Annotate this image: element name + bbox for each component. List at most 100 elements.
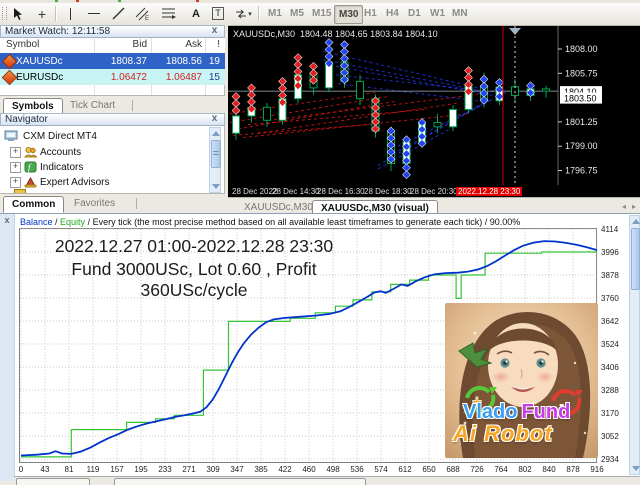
mt4-window: { "toolbar": { "timeframes": ["M1","M5",… <box>0 0 640 485</box>
x-axis-label: 650 <box>422 465 436 474</box>
tab-tick-chart[interactable]: Tick Chart <box>62 98 123 113</box>
x-axis-label: 726 <box>470 465 484 474</box>
timeframe-m5[interactable]: M5 <box>286 5 308 22</box>
close-icon[interactable]: x <box>2 216 12 226</box>
y-axis-label: 2934 <box>601 455 619 464</box>
tab-scroll-right-icon[interactable]: ▸ <box>632 202 636 211</box>
legend-equity: Equity <box>60 217 86 227</box>
x-axis-label: 574 <box>374 465 388 474</box>
x-axis-label: 840 <box>542 465 556 474</box>
x-axis-label: 43 <box>40 465 50 474</box>
navigator-titlebar[interactable]: Navigator x <box>0 113 225 126</box>
x-axis-label: 878 <box>566 465 580 474</box>
text-icon[interactable]: A <box>186 4 206 23</box>
tree-item-label: Accounts <box>40 146 82 158</box>
bid-value: 1.06472 <box>110 71 147 83</box>
x-axis-label: 195 <box>134 465 148 474</box>
chart-ohlc-title: XAUUSDc,M30 1804.48 1804.65 1803.84 1804… <box>233 29 438 39</box>
time-label: 28 Dec 16:30 <box>317 187 365 196</box>
x-axis-label: 688 <box>446 465 460 474</box>
timeframe-d1[interactable]: D1 <box>404 5 425 22</box>
navigator-item-accounts[interactable]: + Accounts <box>10 145 81 159</box>
y-axis-label: 3170 <box>601 409 619 418</box>
cursor-icon[interactable] <box>8 4 28 23</box>
svg-text:1803.50: 1803.50 <box>564 94 597 104</box>
legend-balance: Balance <box>20 217 53 227</box>
text-label-icon[interactable]: T <box>208 4 228 23</box>
navigator-item-indicators[interactable]: + f Indicators <box>10 160 83 174</box>
close-icon[interactable]: x <box>209 26 220 37</box>
chart-tabstrip: XAUUSDc,M30 XAUUSDc,M30 (visual) ◂ ▸ <box>228 197 640 217</box>
cycle-arrows-icon[interactable]: ▾ <box>230 4 256 23</box>
svg-text:1801.25: 1801.25 <box>565 117 598 127</box>
timeframe-h1[interactable]: H1 <box>360 5 381 22</box>
equidistant-channel-icon[interactable]: E <box>132 4 152 23</box>
fibonacci-icon[interactable] <box>158 4 178 23</box>
ask-value: 1808.56 <box>165 55 202 67</box>
svg-text:1808.00: 1808.00 <box>565 44 598 54</box>
scroll-up-icon[interactable] <box>632 219 640 224</box>
timeframe-mn[interactable]: MN <box>448 5 472 22</box>
expert-advisors-icon <box>24 176 37 188</box>
x-axis-label: 916 <box>590 465 604 474</box>
x-axis-label: 764 <box>494 465 508 474</box>
y-axis-label: 3288 <box>601 386 619 395</box>
tester-scrollbar[interactable] <box>629 215 640 475</box>
toolbar-grip[interactable] <box>2 7 7 20</box>
spread-value: 15 <box>208 71 220 83</box>
svg-text:1796.75: 1796.75 <box>565 166 598 176</box>
timeframe-h4[interactable]: H4 <box>382 5 403 22</box>
scroll-down-icon[interactable] <box>632 466 640 471</box>
scroll-down-icon[interactable] <box>212 184 220 189</box>
tester-panel: x Tester Balance / Equity / Every tick (… <box>0 213 640 485</box>
market-watch-title: Market Watch: 12:11:58 <box>5 26 111 37</box>
spread-value: 19 <box>208 55 220 67</box>
price-chart[interactable]: 1808.00 1805.75 1801.25 1799.00 1796.75 1804.… <box>228 26 640 185</box>
x-axis-label: 81 <box>64 465 74 474</box>
scroll-up-icon[interactable] <box>212 131 220 136</box>
x-axis-label: 460 <box>302 465 316 474</box>
market-watch-row-eurusd[interactable]: EURUSDc 1.06472 1.06487 15 <box>0 69 225 86</box>
tester-tab-partial[interactable] <box>114 478 366 485</box>
crosshair-icon[interactable]: + <box>32 4 52 23</box>
bid-value: 1808.37 <box>110 55 147 67</box>
market-watch-row-xauusd[interactable]: XAUUSDc 1808.37 1808.56 19 <box>0 53 225 70</box>
expand-icon[interactable]: + <box>10 146 21 158</box>
ask-value: 1.06487 <box>165 71 202 83</box>
navigator-panel: Navigator x CXM Direct MT4 + Accounts + … <box>0 113 225 214</box>
symbol-name: XAUUSDc <box>16 55 63 67</box>
navigator-root[interactable]: CXM Direct MT4 <box>4 129 97 143</box>
vertical-line-icon[interactable] <box>60 4 80 23</box>
trendline-icon[interactable] <box>108 4 128 23</box>
tester-tab-partial[interactable] <box>16 478 90 485</box>
scrollbar-thumb[interactable] <box>631 228 640 290</box>
chart-time-axis: 28 Dec 2022 28 Dec 14:30 28 Dec 16:30 28 De… <box>228 185 640 197</box>
time-label: 28 Dec 20:30 <box>410 187 458 196</box>
expand-icon[interactable]: + <box>10 161 21 173</box>
navigator-scrollbar[interactable] <box>209 127 221 193</box>
tester-tabs-sliver <box>14 476 640 485</box>
y-axis-label: 3996 <box>601 248 619 257</box>
timeframe-w1[interactable]: W1 <box>426 5 449 22</box>
symbol-icon <box>1 69 18 86</box>
tab-favorites[interactable]: Favorites <box>66 196 123 211</box>
col-spread: ! <box>217 39 220 50</box>
x-axis-label: 233 <box>158 465 172 474</box>
x-axis-label: 612 <box>398 465 412 474</box>
x-axis-label: 385 <box>254 465 268 474</box>
market-watch-titlebar[interactable]: Market Watch: 12:11:58 x <box>0 25 225 38</box>
x-axis-label: 157 <box>110 465 124 474</box>
close-icon[interactable]: x <box>209 114 220 125</box>
scrollbar-thumb[interactable] <box>211 140 221 168</box>
navigator-item-expert-advisors[interactable]: + Expert Advisors <box>10 175 109 189</box>
timeframe-m15[interactable]: M15 <box>308 5 335 22</box>
x-axis-label: 802 <box>518 465 532 474</box>
y-axis-label: 3760 <box>601 294 619 303</box>
timeframe-m1[interactable]: M1 <box>264 5 286 22</box>
tab-scroll-left-icon[interactable]: ◂ <box>622 202 626 211</box>
indicators-icon: f <box>24 161 37 173</box>
expand-icon[interactable]: + <box>10 176 21 188</box>
tab-common[interactable]: Common <box>3 196 65 213</box>
highlighted-time-label: 2022.12.28 23:30 <box>456 187 523 196</box>
horizontal-line-icon[interactable] <box>84 4 104 23</box>
